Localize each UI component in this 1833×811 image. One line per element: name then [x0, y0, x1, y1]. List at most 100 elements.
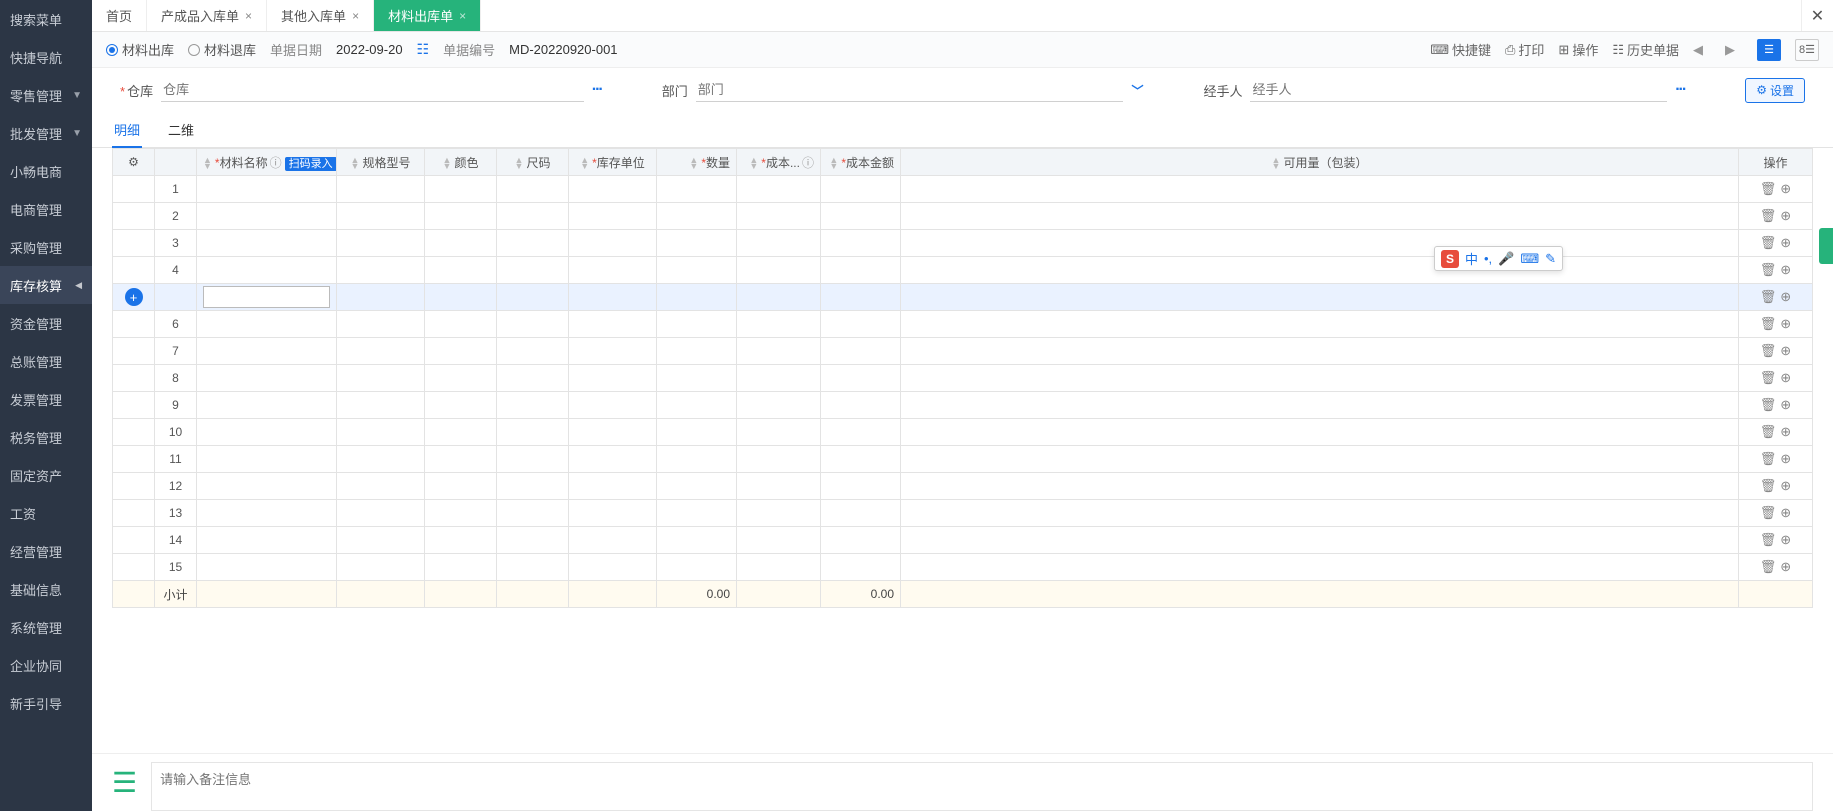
delete-row-icon[interactable]: 🗑 [1760, 289, 1777, 304]
sidebar-item[interactable]: 基础信息 [0, 570, 92, 608]
page-tab[interactable]: 产成品入库单× [147, 0, 267, 31]
copy-row-icon[interactable]: ⊕ [1780, 235, 1791, 250]
delete-row-icon[interactable]: 🗑 [1760, 370, 1777, 385]
settings-button[interactable]: ⚙ 设置 [1745, 78, 1805, 103]
history-button[interactable]: ☷ 历史单据 [1612, 40, 1679, 59]
sidebar-item[interactable]: 固定资产 [0, 456, 92, 494]
ime-floating-bar[interactable]: S 中•, 🎤⌨✎ [1434, 246, 1563, 271]
table-row[interactable]: +🗑⊕ [113, 284, 1813, 311]
col-cost[interactable]: *成本...ⓘ [737, 149, 821, 176]
next-doc-button[interactable]: ▶ [1725, 42, 1743, 58]
remarks-input[interactable] [151, 762, 1813, 811]
tab-close-icon[interactable]: × [245, 9, 252, 23]
note-icon[interactable]: ☰ [112, 762, 137, 811]
copy-row-icon[interactable]: ⊕ [1780, 181, 1791, 196]
copy-row-icon[interactable]: ⊕ [1780, 559, 1791, 574]
side-handle[interactable] [1819, 228, 1833, 264]
copy-row-icon[interactable]: ⊕ [1780, 397, 1791, 412]
col-spec[interactable]: 规格型号 [337, 149, 425, 176]
material-name-input[interactable] [203, 286, 330, 308]
table-row[interactable]: 10🗑⊕ [113, 419, 1813, 446]
sidebar-item[interactable]: 新手引导 [0, 684, 92, 722]
sidebar-item[interactable]: 批发管理▼ [0, 114, 92, 152]
delete-row-icon[interactable]: 🗑 [1760, 343, 1777, 358]
delete-row-icon[interactable]: 🗑 [1760, 235, 1777, 250]
gear-column-header[interactable]: ⚙ [113, 149, 155, 176]
col-avail[interactable]: 可用量（包装） [901, 149, 1739, 176]
col-material-name[interactable]: *材料名称ⓘ扫码录入 [197, 149, 337, 176]
handler-input[interactable] [1250, 78, 1667, 102]
shortcut-button[interactable]: ⌨ 快捷键 [1430, 40, 1491, 59]
table-row[interactable]: 2🗑⊕ [113, 203, 1813, 230]
copy-row-icon[interactable]: ⊕ [1780, 370, 1791, 385]
view-grid-button[interactable]: 8☰ [1795, 39, 1819, 61]
copy-row-icon[interactable]: ⊕ [1780, 532, 1791, 547]
delete-row-icon[interactable]: 🗑 [1760, 532, 1777, 547]
sidebar-item[interactable]: 搜索菜单 [0, 0, 92, 38]
col-size[interactable]: 尺码 [497, 149, 569, 176]
copy-row-icon[interactable]: ⊕ [1780, 424, 1791, 439]
prev-doc-button[interactable]: ◀ [1693, 42, 1711, 58]
copy-row-icon[interactable]: ⊕ [1780, 478, 1791, 493]
table-row[interactable]: 7🗑⊕ [113, 338, 1813, 365]
view-list-button[interactable]: ☰ [1757, 39, 1781, 61]
radio-material-return[interactable]: 材料退库 [188, 40, 256, 59]
delete-row-icon[interactable]: 🗑 [1760, 208, 1777, 223]
calendar-icon[interactable]: ☷ [417, 41, 430, 58]
copy-row-icon[interactable]: ⊕ [1780, 451, 1791, 466]
dept-dropdown-icon[interactable]: ﹀ [1131, 82, 1143, 99]
date-value[interactable]: 2022-09-20 [336, 42, 403, 57]
delete-row-icon[interactable]: 🗑 [1760, 397, 1777, 412]
copy-row-icon[interactable]: ⊕ [1780, 343, 1791, 358]
sidebar-item[interactable]: 总账管理 [0, 342, 92, 380]
delete-row-icon[interactable]: 🗑 [1760, 424, 1777, 439]
delete-row-icon[interactable]: 🗑 [1760, 451, 1777, 466]
delete-row-icon[interactable]: 🗑 [1760, 316, 1777, 331]
delete-row-icon[interactable]: 🗑 [1760, 505, 1777, 520]
add-row-button[interactable]: + [125, 288, 143, 306]
delete-row-icon[interactable]: 🗑 [1760, 559, 1777, 574]
col-qty[interactable]: *数量 [657, 149, 737, 176]
dept-input[interactable] [696, 78, 1124, 102]
table-row[interactable]: 8🗑⊕ [113, 365, 1813, 392]
radio-material-out[interactable]: 材料出库 [106, 40, 174, 59]
table-row[interactable]: 1🗑⊕ [113, 176, 1813, 203]
table-row[interactable]: 6🗑⊕ [113, 311, 1813, 338]
copy-row-icon[interactable]: ⊕ [1780, 208, 1791, 223]
sidebar-item[interactable]: 零售管理▼ [0, 76, 92, 114]
table-row[interactable]: 14🗑⊕ [113, 527, 1813, 554]
page-tab[interactable]: 其他入库单× [267, 0, 374, 31]
delete-row-icon[interactable]: 🗑 [1760, 181, 1777, 196]
table-row[interactable]: 12🗑⊕ [113, 473, 1813, 500]
sidebar-item[interactable]: 工资 [0, 494, 92, 532]
page-tab[interactable]: 材料出库单× [374, 0, 481, 31]
sidebar-item[interactable]: 库存核算 [0, 266, 92, 304]
sidebar-item[interactable]: 资金管理 [0, 304, 92, 342]
copy-row-icon[interactable]: ⊕ [1780, 505, 1791, 520]
close-all-tabs-button[interactable]: ✕ [1801, 0, 1833, 31]
col-unit[interactable]: *库存单位 [569, 149, 657, 176]
sidebar-item[interactable]: 企业协同 [0, 646, 92, 684]
sidebar-item[interactable]: 小畅电商 [0, 152, 92, 190]
warehouse-input[interactable] [161, 78, 584, 102]
operate-button[interactable]: ⊞ 操作 [1558, 40, 1598, 59]
sidebar-item[interactable]: 采购管理 [0, 228, 92, 266]
sidebar-item[interactable]: 电商管理 [0, 190, 92, 228]
table-row[interactable]: 9🗑⊕ [113, 392, 1813, 419]
sidebar-item[interactable]: 经营管理 [0, 532, 92, 570]
sidebar-item[interactable]: 税务管理 [0, 418, 92, 456]
col-color[interactable]: 颜色 [425, 149, 497, 176]
delete-row-icon[interactable]: 🗑 [1760, 262, 1777, 277]
sidebar-item[interactable]: 快捷导航 [0, 38, 92, 76]
warehouse-more-icon[interactable]: ··· [592, 81, 602, 99]
subtab-2d[interactable]: 二维 [166, 120, 196, 147]
print-button[interactable]: ⎙ 打印 [1505, 40, 1544, 59]
subtab-detail[interactable]: 明细 [112, 120, 142, 147]
tab-close-icon[interactable]: × [459, 9, 466, 23]
delete-row-icon[interactable]: 🗑 [1760, 478, 1777, 493]
table-row[interactable]: 11🗑⊕ [113, 446, 1813, 473]
col-amt[interactable]: *成本金额 [821, 149, 901, 176]
table-row[interactable]: 13🗑⊕ [113, 500, 1813, 527]
copy-row-icon[interactable]: ⊕ [1780, 316, 1791, 331]
handler-more-icon[interactable]: ··· [1675, 81, 1685, 99]
